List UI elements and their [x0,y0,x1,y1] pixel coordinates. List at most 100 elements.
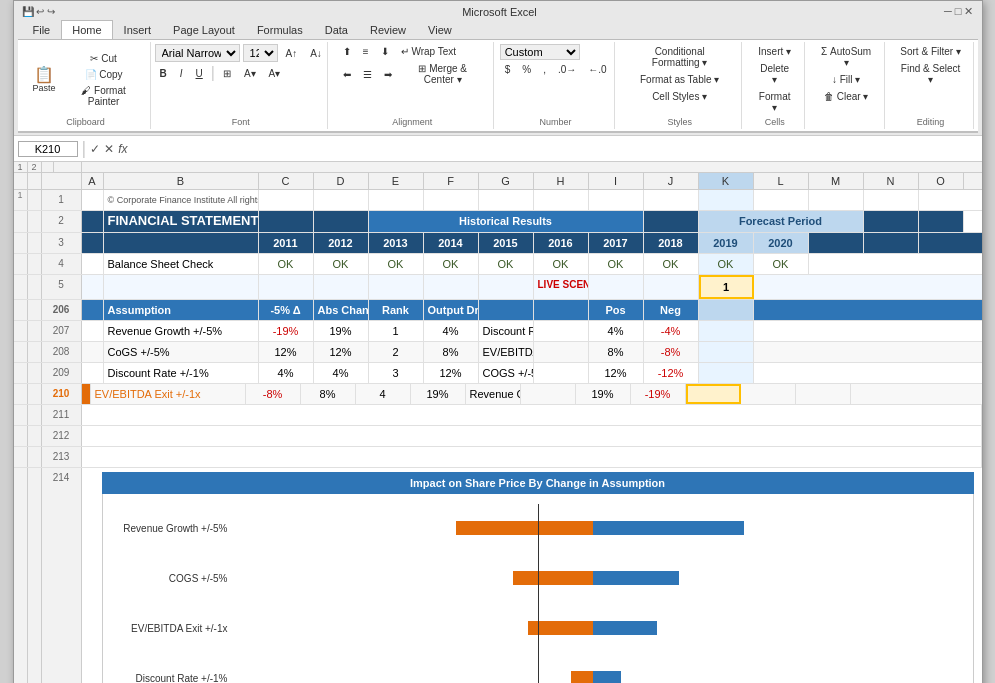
cell-1c[interactable] [259,190,314,210]
cell-211[interactable] [82,405,982,425]
cell-3n[interactable] [864,233,919,253]
cell-3l[interactable]: 2020 [754,233,809,253]
cell-213[interactable] [82,447,982,467]
delete-button[interactable]: Delete ▾ [752,61,798,87]
tab-formulas[interactable]: Formulas [246,20,314,39]
cell-2j[interactable] [644,211,699,232]
cell-5a[interactable] [82,275,104,299]
cell-2o[interactable] [919,211,964,232]
cell-3a[interactable] [82,233,104,253]
col-header-j[interactable]: J [644,173,699,189]
col-header-d[interactable]: D [314,173,369,189]
cell-206c[interactable]: -5% Δ [259,300,314,320]
align-bottom-button[interactable]: ⬇ [376,44,394,59]
formula-input[interactable] [132,142,978,156]
cell-207e[interactable]: 1 [369,321,424,341]
cell-4e[interactable]: OK [369,254,424,274]
cell-4a[interactable] [82,254,104,274]
cell-206g[interactable] [479,300,534,320]
cell-3h[interactable]: 2016 [534,233,589,253]
merge-center-button[interactable]: ⊞ Merge & Center ▾ [399,61,487,87]
italic-button[interactable]: I [175,66,188,81]
cell-210b[interactable]: EV/EBITDA Exit +/-1x [91,384,246,404]
col-header-g[interactable]: G [479,173,534,189]
cell-207k[interactable] [699,321,754,341]
cell-207j[interactable]: -4% [644,321,699,341]
cell-3c[interactable]: 2011 [259,233,314,253]
cell-3k[interactable]: 2019 [699,233,754,253]
cell-210g[interactable]: Revenue Growth +/-5% [466,384,521,404]
cell-4f[interactable]: OK [424,254,479,274]
cell-210d[interactable]: 8% [301,384,356,404]
underline-button[interactable]: U [191,66,208,81]
cell-1f[interactable] [424,190,479,210]
cell-209f[interactable]: 12% [424,363,479,383]
col-header-h[interactable]: H [534,173,589,189]
cell-206b[interactable]: Assumption [104,300,259,320]
col-header-f[interactable]: F [424,173,479,189]
format-painter-button[interactable]: 🖌 Format Painter [64,83,144,109]
cell-1e[interactable] [369,190,424,210]
cut-button[interactable]: ✂ Cut [64,51,144,66]
cell-1m[interactable] [809,190,864,210]
decrease-decimal-button[interactable]: ←.0 [583,62,611,77]
cell-1g[interactable] [479,190,534,210]
bold-button[interactable]: B [155,66,172,81]
cell-209j[interactable]: -12% [644,363,699,383]
tab-data[interactable]: Data [314,20,359,39]
col-header-i[interactable]: I [589,173,644,189]
cell-3j[interactable]: 2018 [644,233,699,253]
cell-210f[interactable]: 19% [411,384,466,404]
cell-5k[interactable]: 1 [699,275,754,299]
cell-207d[interactable]: 19% [314,321,369,341]
font-face-select[interactable]: Arial Narrow [155,44,240,62]
cell-2c[interactable] [259,211,314,232]
cell-5f[interactable] [424,275,479,299]
cell-2b[interactable]: FINANCIAL STATEMENTS [104,211,259,232]
cell-209b[interactable]: Discount Rate +/-1% [104,363,259,383]
cell-5d[interactable] [314,275,369,299]
cell-207c[interactable]: -19% [259,321,314,341]
cell-2a[interactable] [82,211,104,232]
cell-1a[interactable] [82,190,104,210]
cell-208e[interactable]: 2 [369,342,424,362]
align-center-button[interactable]: ☰ [358,61,377,87]
tab-view[interactable]: View [417,20,463,39]
font-color-button[interactable]: A▾ [264,66,286,81]
cell-210i[interactable]: 19% [576,384,631,404]
insert-button[interactable]: Insert ▾ [753,44,796,59]
cell-208f[interactable]: 8% [424,342,479,362]
cell-3g[interactable]: 2015 [479,233,534,253]
cell-208c[interactable]: 12% [259,342,314,362]
cell-206j[interactable]: Neg [644,300,699,320]
cell-1i[interactable] [589,190,644,210]
cell-2d[interactable] [314,211,369,232]
cell-207g[interactable]: Discount Rate +/-1% [479,321,534,341]
cell-4j[interactable]: OK [644,254,699,274]
cell-208d[interactable]: 12% [314,342,369,362]
cell-209d[interactable]: 4% [314,363,369,383]
cell-208k[interactable] [699,342,754,362]
col-header-b[interactable]: B [104,173,259,189]
cell-1d[interactable] [314,190,369,210]
clear-button[interactable]: 🗑 Clear ▾ [819,89,873,104]
col-header-o[interactable]: O [919,173,964,189]
percent-button[interactable]: % [517,62,536,77]
cell-208b[interactable]: CoGS +/-5% [104,342,259,362]
cell-206d[interactable]: Abs Change [314,300,369,320]
cell-3d[interactable]: 2012 [314,233,369,253]
cell-3m[interactable] [809,233,864,253]
tab-home[interactable]: Home [61,20,112,39]
format-button[interactable]: Format ▾ [752,89,798,115]
tab-file[interactable]: File [22,20,62,39]
cell-210m[interactable] [796,384,851,404]
cell-209e[interactable]: 3 [369,363,424,383]
cell-5g[interactable] [479,275,534,299]
cell-3b[interactable] [104,233,259,253]
cell-4k[interactable]: OK [699,254,754,274]
cell-4g[interactable]: OK [479,254,534,274]
currency-button[interactable]: $ [500,62,516,77]
cell-1k[interactable] [699,190,754,210]
cell-206e[interactable]: Rank [369,300,424,320]
find-select-button[interactable]: Find & Select ▾ [895,61,967,87]
